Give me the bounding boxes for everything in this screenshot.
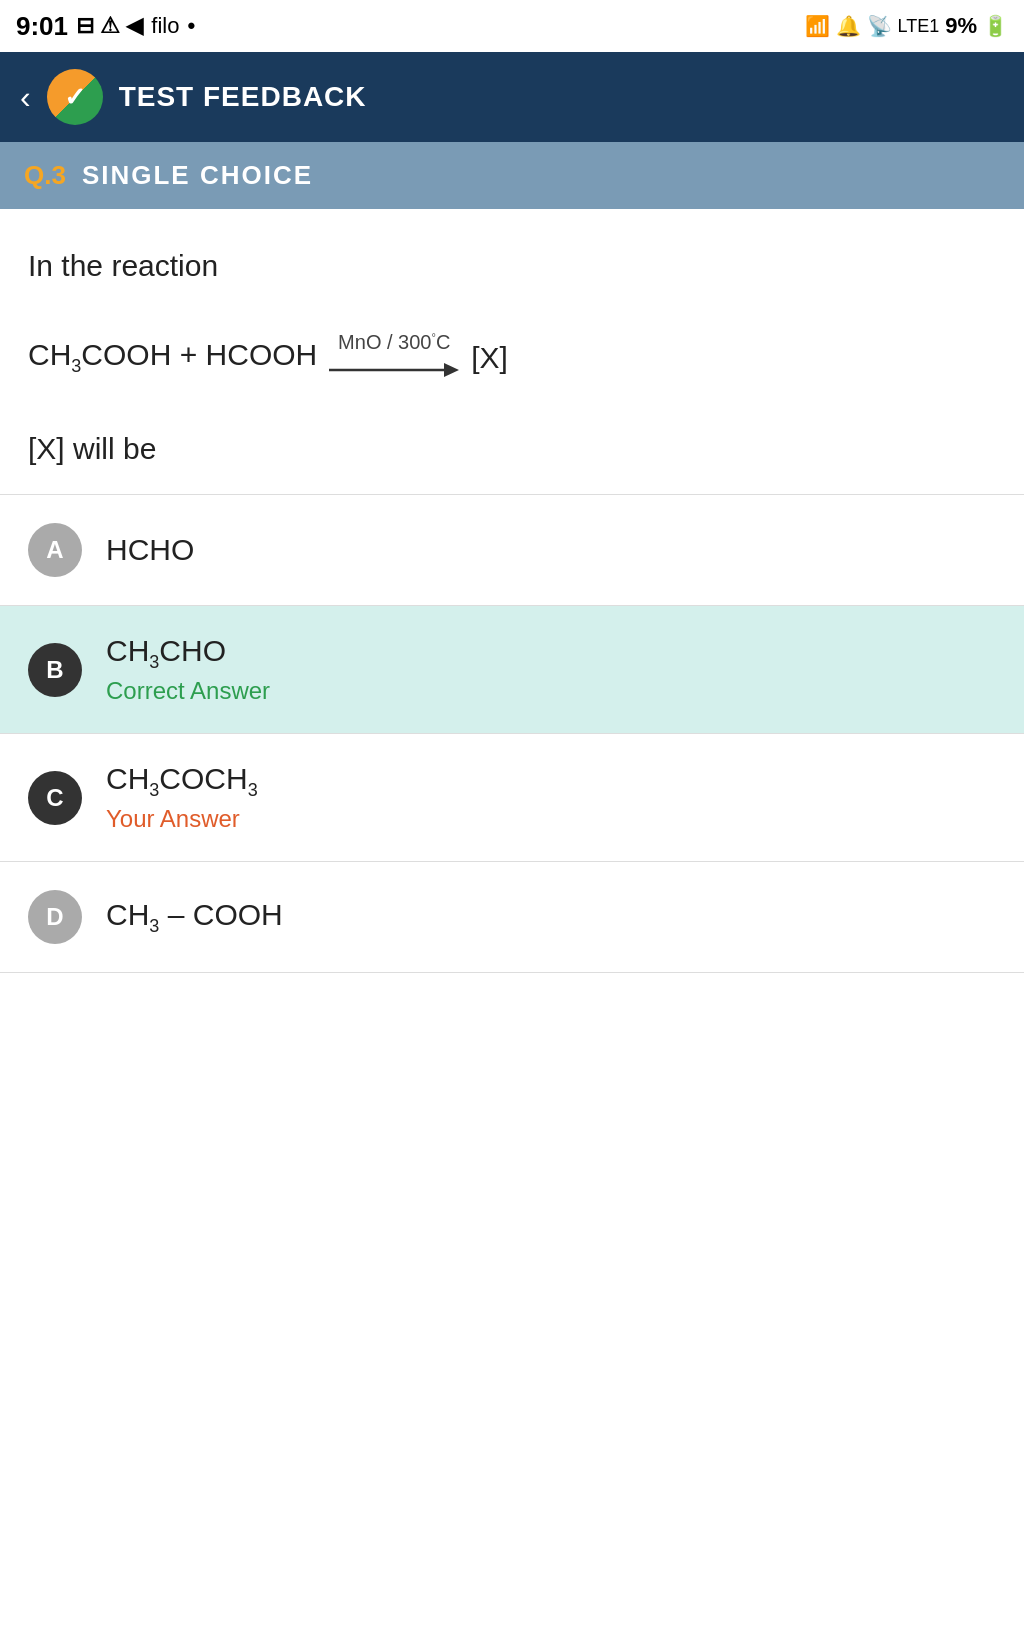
option-b-badge: B (28, 643, 82, 697)
option-c-badge: C (28, 771, 82, 825)
reaction-arrow-container: MnO / 300°C (329, 331, 459, 384)
logo-check-icon: ✓ (64, 82, 86, 113)
option-d-text: CH3 – COOH (106, 898, 283, 937)
option-a-content: HCHO (106, 533, 194, 567)
question-suffix: [X] will be (28, 432, 996, 466)
option-d-content: CH3 – COOH (106, 898, 283, 937)
option-c-row[interactable]: C CH3COCH3 Your Answer (0, 734, 1024, 861)
option-b-row[interactable]: B CH3CHO Correct Answer (0, 606, 1024, 733)
option-c-text: CH3COCH3 (106, 762, 258, 801)
question-intro: In the reaction (28, 249, 996, 283)
notification-dot: • (187, 13, 195, 39)
status-bar-left: 9:01 ⊟ ⚠ ◀ filo • (16, 11, 195, 42)
option-d-row[interactable]: D CH3 – COOH (0, 862, 1024, 972)
question-number: Q.3 (24, 160, 66, 191)
option-a-row[interactable]: A HCHO (0, 495, 1024, 605)
app-header: ‹ ✓ TEST FEEDBACK (0, 52, 1024, 142)
correct-answer-label: Correct Answer (106, 677, 270, 705)
svg-marker-1 (444, 363, 459, 377)
battery-icon: 🔋 (983, 14, 1008, 38)
reaction-condition: MnO / 300°C (338, 331, 450, 354)
products: [X] (471, 341, 508, 375)
reaction-equation: CH3COOH + HCOOH MnO / 300°C [X] (28, 331, 996, 384)
question-body: In the reaction CH3COOH + HCOOH MnO / 30… (0, 209, 1024, 494)
divider-bottom (0, 972, 1024, 973)
option-d-badge: D (28, 890, 82, 944)
reaction-arrow-icon (329, 356, 459, 384)
status-bar-right: 📶 🔔 📡 LTE1 9% 🔋 (805, 13, 1008, 39)
option-b-text: CH3CHO (106, 634, 270, 673)
back-button[interactable]: ‹ (20, 79, 31, 116)
network-name: filo (151, 13, 179, 39)
status-icons: ⊟ ⚠ ◀ (76, 13, 143, 39)
battery-level: 9% (945, 13, 977, 39)
header-title: TEST FEEDBACK (119, 81, 367, 113)
your-answer-label: Your Answer (106, 805, 258, 833)
option-a-text: HCHO (106, 533, 194, 567)
option-b-content: CH3CHO Correct Answer (106, 634, 270, 705)
question-type: SINGLE CHOICE (82, 160, 313, 191)
option-a-badge: A (28, 523, 82, 577)
signal-icon: 📶 (805, 14, 830, 38)
app-logo: ✓ (47, 69, 103, 125)
status-time: 9:01 (16, 11, 68, 42)
question-header-bar: Q.3 SINGLE CHOICE (0, 142, 1024, 209)
status-bar: 9:01 ⊟ ⚠ ◀ filo • 📶 🔔 📡 LTE1 9% 🔋 (0, 0, 1024, 52)
wifi-icon: 📡 (867, 14, 892, 38)
reactants: CH3COOH + HCOOH (28, 338, 317, 377)
alarm-icon: 🔔 (836, 14, 861, 38)
lte-label: LTE1 (898, 16, 940, 37)
option-c-content: CH3COCH3 Your Answer (106, 762, 258, 833)
